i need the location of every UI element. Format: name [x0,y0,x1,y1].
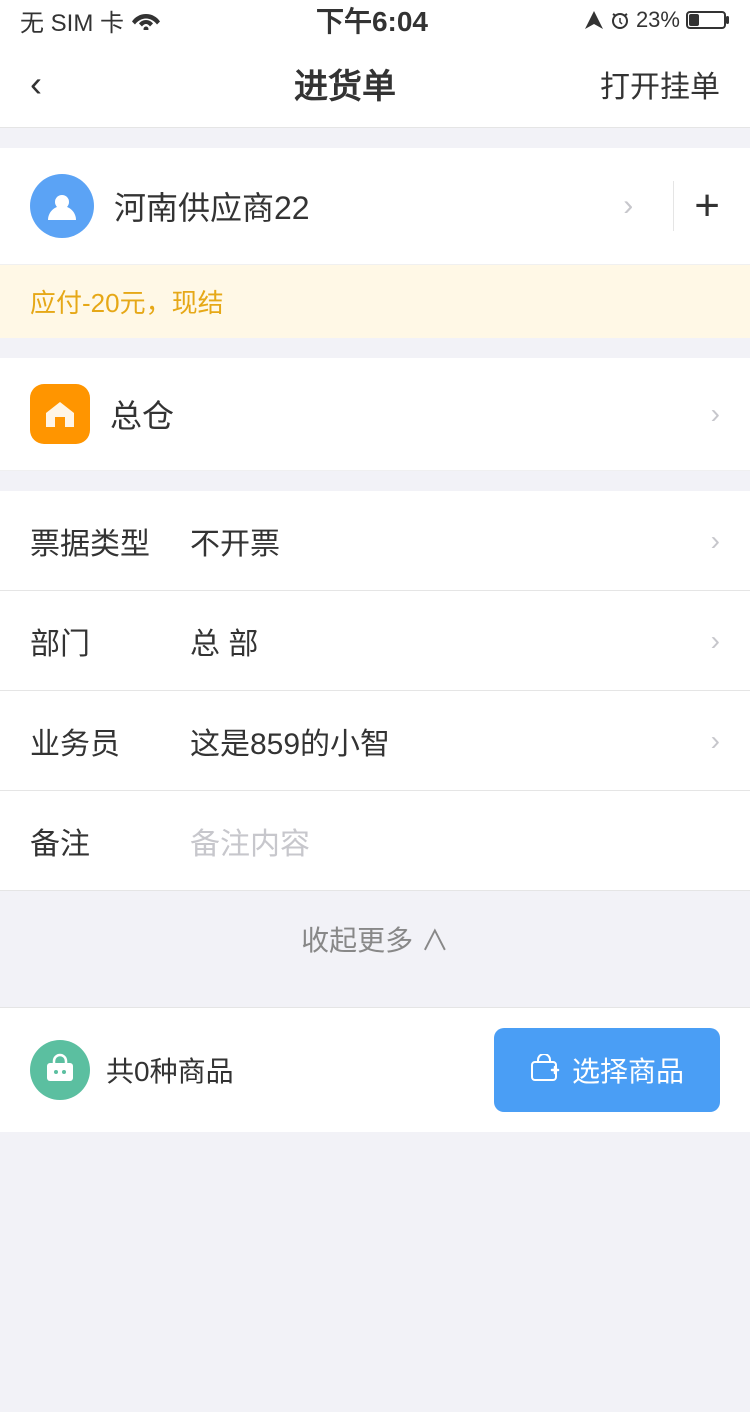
page-title: 进货单 [294,59,396,108]
remaining-area [0,1132,750,1412]
select-goods-label: 选择商品 [572,1050,684,1090]
supplier-card: 河南供应商22 › + 应付-20元，现结 [0,148,750,338]
invoice-type-row[interactable]: 票据类型 不开票 › [0,491,750,591]
invoice-type-chevron-icon: › [711,525,720,557]
department-label: 部门 [30,619,170,663]
warehouse-icon-bg [30,384,90,444]
supplier-name: 河南供应商22 [114,183,623,229]
notice-bar: 应付-20元，现结 [0,265,750,338]
back-button[interactable]: ‹ [30,63,90,105]
warehouse-name: 总仓 [110,391,711,437]
form-card: 票据类型 不开票 › 部门 总 部 › 业务员 这是859的小智 › 备注 备注… [0,491,750,891]
section-gap-2 [0,338,750,358]
supplier-row[interactable]: 河南供应商22 › + [0,148,750,265]
warehouse-row[interactable]: 总仓 › [0,358,750,471]
notice-text: 应付-20元，现结 [30,288,224,318]
battery-icon [686,9,730,31]
warehouse-card: 总仓 › [0,358,750,471]
divider-v [673,181,674,231]
location-icon [584,10,604,30]
goods-left: 共0种商品 [30,1040,234,1100]
add-supplier-button[interactable]: + [694,181,720,231]
salesperson-label: 业务员 [30,719,170,763]
salesperson-value: 这是859的小智 [170,719,711,763]
status-right: 23% [584,7,730,33]
remarks-row[interactable]: 备注 备注内容 [0,791,750,891]
cart-icon [530,1054,562,1086]
alarm-icon [610,10,630,30]
invoice-type-value: 不开票 [170,519,711,563]
salesperson-row[interactable]: 业务员 这是859的小智 › [0,691,750,791]
collapse-text: 收起更多 ∧ [301,919,449,959]
goods-count-icon-bg [30,1040,90,1100]
department-value: 总 部 [170,619,711,663]
wifi-icon [132,10,160,30]
salesperson-chevron-icon: › [711,725,720,757]
open-pending-button[interactable]: 打开挂单 [600,62,720,106]
warehouse-chevron-icon: › [711,398,720,430]
goods-count-text: 共0种商品 [106,1050,234,1090]
supplier-avatar [30,174,94,238]
supplier-chevron-icon: › [623,189,633,223]
status-time: 下午6:04 [316,0,428,40]
status-bar: 无 SIM 卡 下午6:04 23% [0,0,750,40]
battery-percent: 23% [636,7,680,33]
remarks-placeholder: 备注内容 [170,819,720,863]
signal-text: 无 SIM 卡 [20,3,124,38]
department-chevron-icon: › [711,625,720,657]
nav-bar: ‹ 进货单 打开挂单 [0,40,750,128]
remarks-label: 备注 [30,819,170,863]
section-gap-4 [0,987,750,1007]
section-gap-1 [0,128,750,148]
invoice-type-label: 票据类型 [30,519,170,563]
section-gap-3 [0,471,750,491]
bottom-bar: 共0种商品 选择商品 [0,1007,750,1132]
status-left: 无 SIM 卡 [20,3,160,38]
select-goods-button[interactable]: 选择商品 [494,1028,720,1112]
collapse-row[interactable]: 收起更多 ∧ [0,891,750,987]
department-row[interactable]: 部门 总 部 › [0,591,750,691]
